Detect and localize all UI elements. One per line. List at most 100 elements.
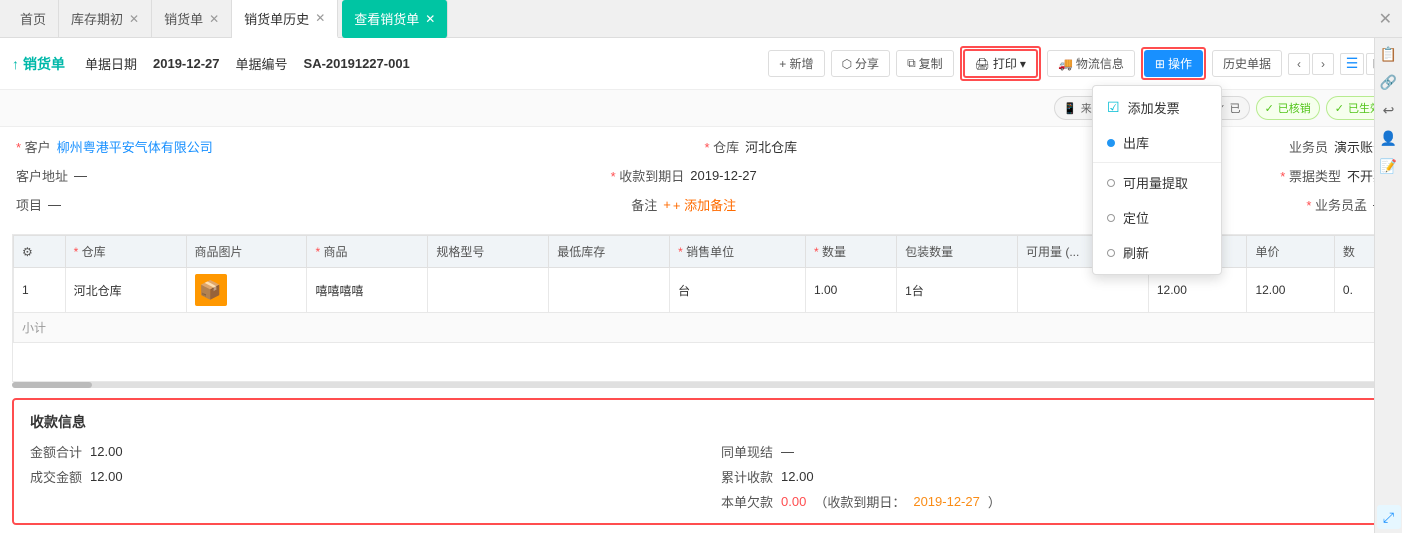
col-pack-qty: 包装数量	[897, 236, 1018, 268]
col-settings[interactable]: ⚙	[14, 236, 66, 268]
note-field: 备注 + + 添加备注	[631, 195, 736, 214]
cell-product: 嘻嘻嘻嘻	[307, 268, 428, 313]
sold-out-pill[interactable]: ✓ 已核销	[1256, 96, 1320, 120]
dropdown-locate[interactable]: 定位	[1093, 200, 1221, 235]
customer-label: 客户	[16, 137, 51, 156]
copy-icon: ⧉	[907, 56, 916, 71]
project-label: 项目	[16, 195, 42, 214]
customer-field: 客户 柳州粤港平安气体有限公司	[16, 137, 213, 156]
sidebar-link-icon[interactable]: 🔗	[1377, 70, 1401, 94]
owed-note: （收款到期日：	[814, 492, 905, 511]
close-view-tab[interactable]: ✕	[425, 12, 435, 26]
table-scrollbar[interactable]	[12, 382, 1390, 388]
close-inventory-tab[interactable]: ✕	[129, 12, 139, 26]
close-history-tab[interactable]: ✕	[315, 11, 325, 25]
history-button[interactable]: 历史单据	[1212, 50, 1282, 77]
operations-button[interactable]: ⊞ 操作	[1144, 50, 1203, 77]
next-button[interactable]: ›	[1312, 53, 1334, 75]
dropdown-outbound[interactable]: 出库	[1093, 125, 1221, 160]
invoice-label: 票据类型	[1280, 166, 1341, 185]
tab-sales-order[interactable]: 销货单 ✕	[152, 0, 232, 38]
col-product: * 商品	[307, 236, 428, 268]
tab-inventory-init[interactable]: 库存期初 ✕	[59, 0, 152, 38]
checkbox-icon: ☑	[1107, 99, 1120, 116]
customer-value[interactable]: 柳州粤港平安气体有限公司	[57, 137, 213, 156]
copy-button[interactable]: ⧉ 复制	[896, 50, 954, 77]
col-min-stock: 最低库存	[549, 236, 670, 268]
col-warehouse: * 仓库	[65, 236, 186, 268]
address-field: 客户地址 —	[16, 166, 87, 185]
date-value: 2019-12-27	[153, 56, 220, 71]
list-layout-button[interactable]: ☰	[1340, 53, 1364, 75]
sidebar-return-icon[interactable]: ↩	[1377, 98, 1401, 122]
tab-home[interactable]: 首页	[8, 0, 59, 38]
payment-info: 收款信息 金额合计 12.00 同单现结 — 成交金额 12.00 累计收款 1…	[12, 398, 1390, 525]
new-button[interactable]: + 新增	[768, 50, 824, 77]
cell-no: 1	[14, 268, 66, 313]
total-value: 12.00	[90, 444, 123, 459]
subtotal-label: 小计	[14, 313, 1389, 343]
invoice-type-field: 票据类型 不开票	[1280, 166, 1386, 185]
warehouse-field: 仓库 河北仓库	[704, 137, 797, 156]
sidebar-expand-icon[interactable]: ⤢	[1377, 505, 1401, 529]
dropdown-add-invoice[interactable]: ☑ 添加发票	[1093, 90, 1221, 125]
payment-owed-row: 本单欠款 0.00 （收款到期日： 2019-12-27 ）	[721, 492, 1372, 511]
truck-icon: 🚚	[1058, 57, 1073, 71]
dropdown-refresh[interactable]: 刷新	[1093, 235, 1221, 270]
tab-view-sales[interactable]: 查看销货单 ✕	[342, 0, 448, 38]
prev-button[interactable]: ‹	[1288, 53, 1310, 75]
payment-title: 收款信息	[30, 412, 1372, 432]
address-label: 客户地址	[16, 166, 68, 185]
cell-unit: 台	[670, 268, 806, 313]
payment-cumulative-row: 累计收款 12.00	[721, 467, 1372, 486]
tab-sales-history[interactable]: 销货单历史 ✕	[232, 0, 338, 38]
doc-header: ↑ 销货单 单据日期 2019-12-27 单据编号 SA-20191227-0…	[0, 38, 1402, 90]
cumulative-label: 累计收款	[721, 467, 773, 486]
payment-grid: 金额合计 12.00 同单现结 — 成交金额 12.00 累计收款 12.00	[30, 442, 1372, 511]
cell-pack-qty: 1台	[897, 268, 1018, 313]
col-image: 商品图片	[186, 236, 307, 268]
cell-price: 12.00	[1247, 268, 1334, 313]
sidebar-edit-icon[interactable]: 📝	[1377, 154, 1401, 178]
operations-dropdown: ☑ 添加发票 出库 可用量提取 定位 刷新	[1092, 85, 1222, 275]
product-image: 📦	[195, 274, 227, 306]
transaction-value: 12.00	[90, 469, 123, 484]
owed-date: 2019-12-27	[913, 494, 980, 509]
address-value: —	[74, 168, 87, 183]
tabs-bar: 首页 库存期初 ✕ 销货单 ✕ 销货单历史 ✕ 查看销货单 ✕ ✕	[0, 0, 1402, 38]
cell-warehouse: 河北仓库	[65, 268, 186, 313]
staff-field: 业务员 演示账号	[1289, 137, 1386, 156]
sidebar-user-icon[interactable]: 👤	[1377, 126, 1401, 150]
payment-transaction-row: 成交金额 12.00	[30, 467, 681, 486]
cell-min-stock	[549, 268, 670, 313]
number-label: 单据编号	[236, 54, 288, 73]
total-label: 金额合计	[30, 442, 82, 461]
number-value: SA-20191227-001	[304, 56, 410, 71]
col-quantity: * 数量	[805, 236, 896, 268]
logistics-button[interactable]: 🚚 物流信息	[1047, 50, 1135, 77]
cell-spec	[428, 268, 549, 313]
sidebar-doc-icon[interactable]: 📋	[1377, 42, 1401, 66]
radio-dot-3	[1107, 214, 1115, 222]
close-sales-tab[interactable]: ✕	[209, 12, 219, 26]
col-spec: 规格型号	[428, 236, 549, 268]
grid-icon: ⊞	[1155, 57, 1165, 71]
doc-title: ↑ 销货单	[12, 54, 65, 74]
same-order-value: —	[781, 444, 794, 459]
print-button[interactable]: 🖨 打印 ▾	[963, 49, 1038, 78]
payment-date-value: 2019-12-27	[690, 168, 757, 183]
doc-meta: 单据日期 2019-12-27 单据编号 SA-20191227-001	[85, 54, 768, 73]
transaction-label: 成交金额	[30, 467, 82, 486]
staff2-label: 业务员孟	[1306, 195, 1367, 214]
owed-close: ）	[988, 492, 1001, 511]
warehouse-label: 仓库	[704, 137, 739, 156]
dropdown-available-qty[interactable]: 可用量提取	[1093, 165, 1221, 200]
cell-image: 📦	[186, 268, 307, 313]
radio-dot-1	[1107, 139, 1115, 147]
same-order-label: 同单现结	[721, 442, 773, 461]
add-note-button[interactable]: + + 添加备注	[663, 195, 736, 214]
share-button[interactable]: ⬡ 分享	[831, 50, 891, 77]
plus-icon: +	[663, 197, 671, 212]
global-close-button[interactable]: ✕	[1379, 9, 1392, 29]
share-icon: ⬡	[842, 57, 852, 71]
